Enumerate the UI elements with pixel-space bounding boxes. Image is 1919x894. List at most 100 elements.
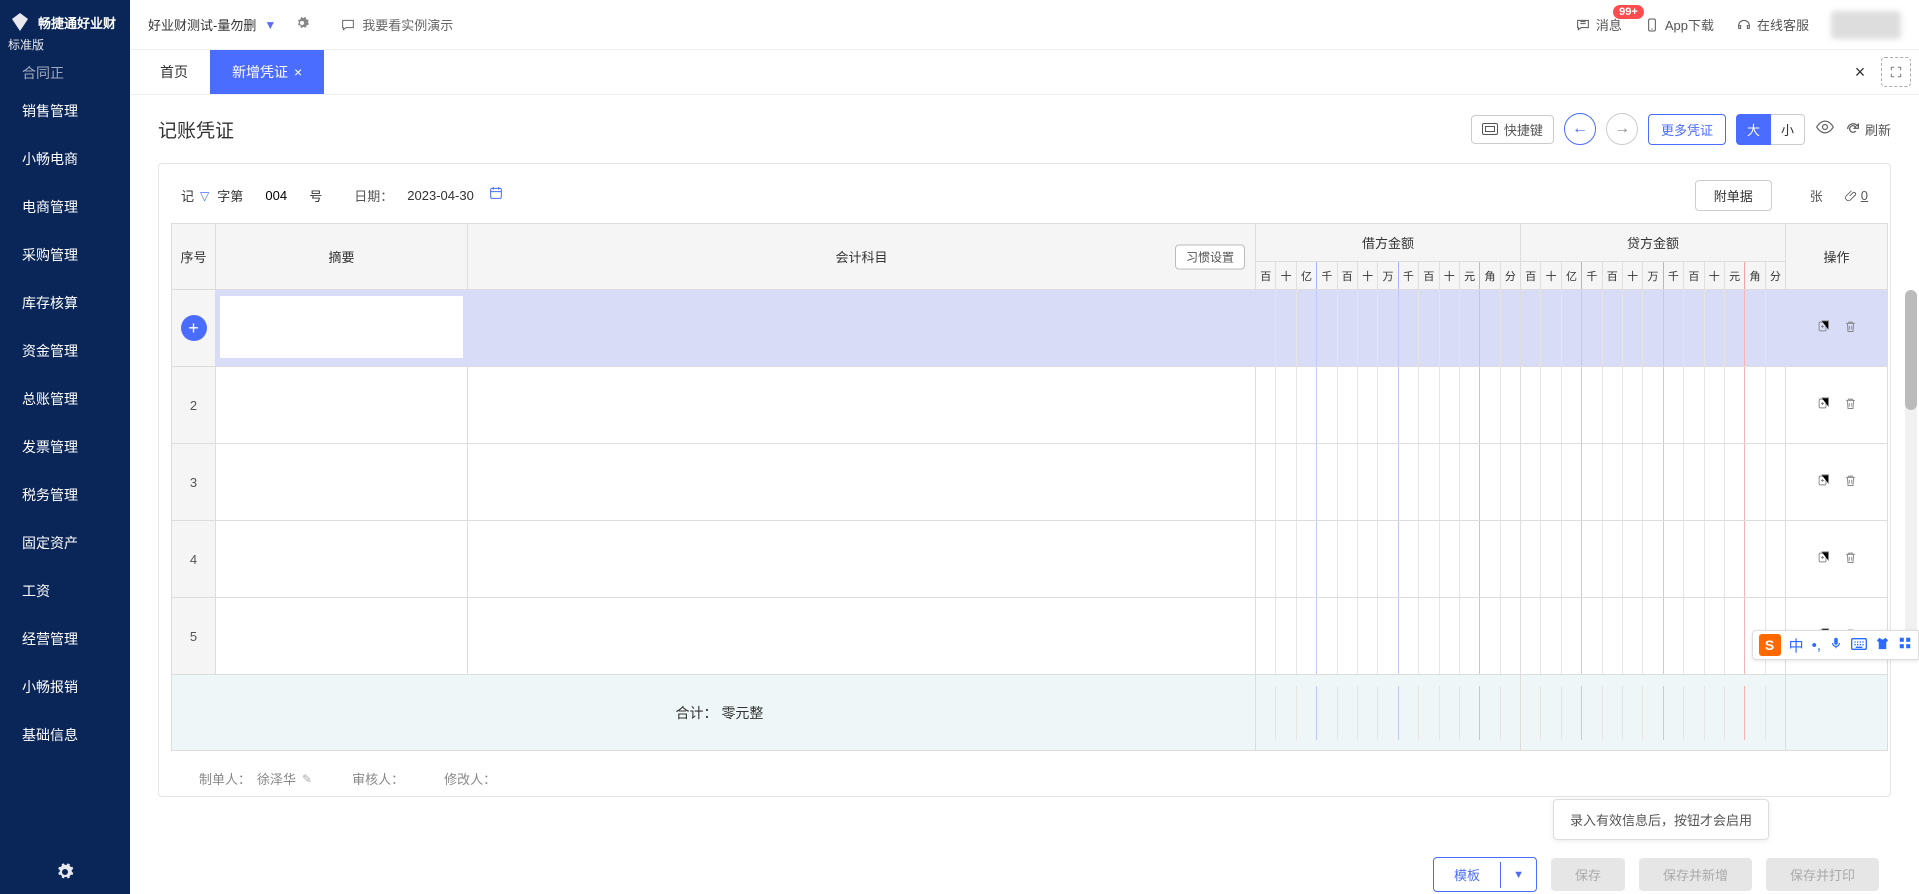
delete-row-icon[interactable] [1843, 398, 1858, 415]
nav: 合同正 销售管理 小畅电商 电商管理 采购管理 库存核算 资金管理 总账管理 发… [0, 59, 130, 855]
attach-button[interactable]: 附单据 [1695, 180, 1772, 211]
nav-item-gl[interactable]: 总账管理 [0, 375, 130, 423]
nav-item-partial[interactable]: 合同正 [0, 59, 130, 87]
credit-cell[interactable] [1521, 367, 1786, 444]
view-toggle-button[interactable] [1815, 117, 1835, 142]
shortcut-button[interactable]: 快捷键 [1471, 115, 1554, 144]
nav-item-reimburse[interactable]: 小畅报销 [0, 663, 130, 711]
scrollbar[interactable] [1905, 290, 1917, 650]
credit-cell[interactable] [1521, 444, 1786, 521]
close-all-tabs-button[interactable]: × [1845, 57, 1875, 87]
credit-cell[interactable] [1521, 598, 1786, 675]
modifier-group: 修改人： [444, 769, 496, 788]
fullscreen-button[interactable] [1881, 57, 1911, 87]
save-new-button: 保存并新增 [1639, 858, 1752, 891]
delete-row-icon[interactable] [1843, 321, 1858, 338]
template-button[interactable]: 模板 ▼ [1433, 857, 1537, 892]
table-row[interactable]: + [172, 290, 1888, 367]
nav-item-tax[interactable]: 税务管理 [0, 471, 130, 519]
user-avatar[interactable] [1831, 11, 1901, 39]
message-button[interactable]: 消息 99+ [1575, 15, 1622, 34]
table-row[interactable]: 5 [172, 598, 1888, 675]
tab-new-voucher[interactable]: 新增凭证 × [210, 50, 324, 94]
more-voucher-button[interactable]: 更多凭证 [1648, 114, 1726, 145]
digit-label: 万 [1378, 262, 1398, 289]
account-cell[interactable] [468, 444, 1256, 521]
arrow-right-icon: → [1614, 120, 1630, 138]
debit-cell[interactable] [1256, 444, 1521, 521]
nav-item-funds[interactable]: 资金管理 [0, 327, 130, 375]
nav-item-sales[interactable]: 销售管理 [0, 87, 130, 135]
scrollbar-thumb[interactable] [1905, 290, 1917, 410]
account-cell[interactable] [468, 367, 1256, 444]
debit-cell[interactable] [1256, 367, 1521, 444]
ime-toolbar[interactable]: S 中 •, [1752, 630, 1919, 660]
summary-cell[interactable] [216, 290, 468, 367]
ime-s-icon[interactable]: S [1759, 634, 1781, 656]
size-large-button[interactable]: 大 [1736, 114, 1771, 145]
table-row[interactable]: 3 [172, 444, 1888, 521]
copy-row-icon[interactable] [1816, 398, 1831, 415]
nav-item-inventory[interactable]: 库存核算 [0, 279, 130, 327]
nav-item-purchase[interactable]: 采购管理 [0, 231, 130, 279]
copy-row-icon[interactable] [1816, 475, 1831, 492]
nav-item-basic[interactable]: 基础信息 [0, 711, 130, 759]
ime-shirt-icon[interactable] [1875, 636, 1890, 655]
nav-item-operation[interactable]: 经营管理 [0, 615, 130, 663]
nav-item-fixed-asset[interactable]: 固定资产 [0, 519, 130, 567]
nav-item-ecommerce[interactable]: 电商管理 [0, 183, 130, 231]
chevron-down-icon: ▼ [264, 18, 276, 32]
ime-punct-icon[interactable]: •, [1812, 637, 1821, 654]
size-toggle: 大 小 [1736, 114, 1805, 145]
prev-voucher-button[interactable]: ← [1564, 113, 1596, 145]
demo-link[interactable]: 我要看实例演示 [340, 15, 453, 34]
copy-row-icon[interactable] [1816, 321, 1831, 338]
ime-zhong[interactable]: 中 [1789, 635, 1804, 656]
table-row[interactable]: 4 [172, 521, 1888, 598]
org-select[interactable]: 好业财测试-量勿删 ▼ [148, 15, 276, 34]
attachment-count[interactable]: 0 [1845, 188, 1868, 203]
ime-keyboard-icon[interactable] [1851, 637, 1867, 654]
refresh-button[interactable]: 刷新 [1845, 120, 1891, 139]
habit-settings-button[interactable]: 习惯设置 [1175, 244, 1245, 269]
account-cell[interactable] [468, 290, 1256, 367]
summary-cell[interactable] [216, 367, 468, 444]
chevron-down-icon[interactable]: ▼ [1500, 862, 1536, 888]
delete-row-icon[interactable] [1843, 475, 1858, 492]
org-settings-icon[interactable] [294, 15, 310, 35]
word-prefix: 字第 [217, 186, 243, 205]
voucher-type-select[interactable]: 记 ▽ [181, 186, 209, 205]
ime-mic-icon[interactable] [1829, 636, 1843, 654]
size-small-button[interactable]: 小 [1771, 114, 1805, 145]
delete-row-icon[interactable] [1843, 552, 1858, 569]
summary-cell[interactable] [216, 444, 468, 521]
nav-item-invoice[interactable]: 发票管理 [0, 423, 130, 471]
calendar-icon[interactable] [488, 185, 504, 206]
table-row[interactable]: 2 [172, 367, 1888, 444]
date-value[interactable]: 2023-04-30 [407, 188, 474, 203]
summary-cell[interactable] [216, 598, 468, 675]
account-cell[interactable] [468, 521, 1256, 598]
credit-cell[interactable] [1521, 290, 1786, 367]
nav-item-salary[interactable]: 工资 [0, 567, 130, 615]
word-suffix: 号 [309, 186, 322, 205]
account-cell[interactable] [468, 598, 1256, 675]
nav-item-xiaochang-ec[interactable]: 小畅电商 [0, 135, 130, 183]
service-button[interactable]: 在线客服 [1736, 15, 1809, 34]
debit-cell[interactable] [1256, 290, 1521, 367]
debit-cell[interactable] [1256, 521, 1521, 598]
app-download-button[interactable]: App下载 [1644, 15, 1714, 34]
add-row-button[interactable]: + [181, 315, 207, 341]
copy-row-icon[interactable] [1816, 552, 1831, 569]
ime-grid-icon[interactable] [1898, 636, 1912, 654]
close-icon[interactable]: × [294, 64, 302, 80]
sidebar-settings-button[interactable] [0, 855, 130, 894]
voucher-number-input[interactable] [251, 185, 301, 206]
summary-cell[interactable] [216, 521, 468, 598]
edit-maker-icon[interactable]: ✎ [302, 772, 312, 786]
credit-cell[interactable] [1521, 521, 1786, 598]
debit-cell[interactable] [1256, 598, 1521, 675]
summary-input[interactable] [220, 296, 463, 358]
tab-home[interactable]: 首页 [138, 50, 210, 94]
next-voucher-button[interactable]: → [1606, 113, 1638, 145]
